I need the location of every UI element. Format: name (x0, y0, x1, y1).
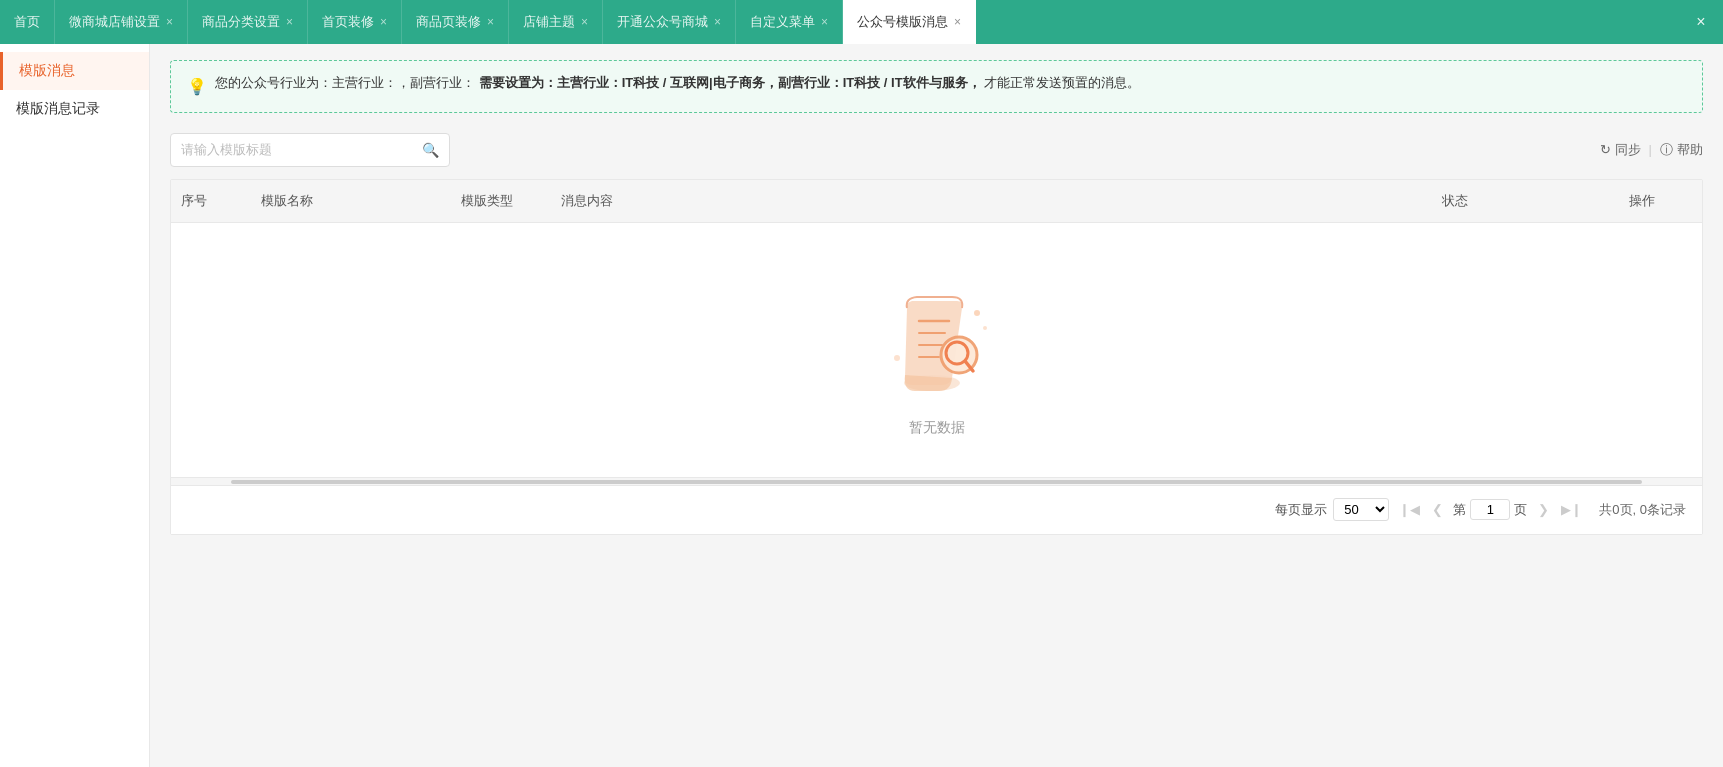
col-content: 消息内容 (551, 180, 1432, 222)
notice-text: 您的公众号行业为：主营行业：，副营行业： 需要设置为：主营行业：IT科技 / 互… (215, 73, 1140, 94)
col-action-label: 操作 (1629, 193, 1655, 208)
svg-point-8 (974, 310, 980, 316)
content-area: 💡 您的公众号行业为：主营行业：，副营行业： 需要设置为：主营行业：IT科技 /… (150, 44, 1723, 767)
page-size-label: 每页显示 (1275, 501, 1327, 519)
tab-custom-menu-close[interactable]: × (821, 15, 828, 29)
col-status: 状态 (1432, 180, 1582, 222)
tab-custom-menu[interactable]: 自定义菜单 × (736, 0, 843, 44)
tab-shop-theme[interactable]: 店铺主题 × (509, 0, 603, 44)
page-number-input[interactable] (1470, 499, 1510, 520)
col-seq: 序号 (171, 180, 251, 222)
search-box[interactable]: 🔍 (170, 133, 450, 167)
tab-home[interactable]: 首页 (0, 0, 55, 44)
col-name: 模版名称 (251, 180, 451, 222)
col-seq-label: 序号 (181, 193, 207, 208)
col-type: 模版类型 (451, 180, 551, 222)
sidebar-item-template-message[interactable]: 模版消息 (0, 52, 149, 90)
tab-open-wechat-shop[interactable]: 开通公众号商城 × (603, 0, 736, 44)
col-type-label: 模版类型 (461, 193, 513, 208)
help-label: 帮助 (1677, 141, 1703, 159)
help-button[interactable]: ⓘ 帮助 (1660, 141, 1703, 159)
col-status-label: 状态 (1442, 193, 1468, 208)
sidebar: 模版消息 模版消息记录 (0, 44, 150, 767)
notice-icon: 💡 (187, 74, 207, 100)
sync-label: 同步 (1615, 141, 1641, 159)
tab-home-label: 首页 (14, 13, 40, 31)
main-layout: 模版消息 模版消息记录 💡 您的公众号行业为：主营行业：，副营行业： 需要设置为… (0, 44, 1723, 767)
tab-product-category-close[interactable]: × (286, 15, 293, 29)
sync-icon: ↻ (1600, 142, 1611, 157)
tab-product-page-decor[interactable]: 商品页装修 × (402, 0, 509, 44)
toolbar-divider: | (1649, 142, 1652, 157)
page-label: 第 (1453, 501, 1466, 519)
notice-suffix: 才能正常发送预置的消息。 (984, 75, 1140, 90)
notice-bar: 💡 您的公众号行业为：主营行业：，副营行业： 需要设置为：主营行业：IT科技 /… (170, 60, 1703, 113)
last-page-button[interactable]: ▶❙ (1559, 498, 1583, 522)
page-size-dropdown[interactable]: 10 20 50 100 (1333, 498, 1389, 521)
svg-point-9 (983, 326, 987, 330)
sidebar-item-template-message-record[interactable]: 模版消息记录 (0, 90, 149, 128)
tab-product-category-label: 商品分类设置 (202, 13, 280, 31)
next-page-button[interactable]: ❯ (1531, 498, 1555, 522)
page-size-select: 每页显示 10 20 50 100 (1275, 498, 1389, 521)
help-icon: ⓘ (1660, 141, 1673, 159)
toolbar: 🔍 ↻ 同步 | ⓘ 帮助 (170, 133, 1703, 167)
page-nav: ❙◀ ❮ 第 页 ❯ ▶❙ (1397, 498, 1583, 522)
scrollbar-area[interactable] (171, 477, 1702, 485)
tab-custom-menu-label: 自定义菜单 (750, 13, 815, 31)
tab-micro-shop[interactable]: 微商城店铺设置 × (55, 0, 188, 44)
col-content-label: 消息内容 (561, 193, 613, 208)
tab-shop-theme-label: 店铺主题 (523, 13, 575, 31)
pagination: 每页显示 10 20 50 100 ❙◀ ❮ 第 页 ❯ ▶❙ (171, 485, 1702, 534)
tab-shop-theme-close[interactable]: × (581, 15, 588, 29)
search-icon[interactable]: 🔍 (422, 142, 439, 158)
total-info: 共0页, 0条记录 (1599, 501, 1686, 519)
scrollbar-track[interactable] (231, 480, 1642, 484)
svg-point-10 (894, 355, 900, 361)
col-action: 操作 (1582, 180, 1702, 222)
tab-open-wechat-shop-label: 开通公众号商城 (617, 13, 708, 31)
sidebar-item-template-message-record-label: 模版消息记录 (16, 100, 100, 116)
empty-state: 暂无数据 (171, 223, 1702, 477)
col-name-label: 模版名称 (261, 193, 313, 208)
tab-open-wechat-shop-close[interactable]: × (714, 15, 721, 29)
table-header: 序号 模版名称 模版类型 消息内容 状态 操作 (171, 180, 1702, 223)
tab-template-message[interactable]: 公众号模版消息 × (843, 0, 976, 44)
tab-homepage-decor-label: 首页装修 (322, 13, 374, 31)
toolbar-right: ↻ 同步 | ⓘ 帮助 (1600, 141, 1703, 159)
first-page-button[interactable]: ❙◀ (1397, 498, 1421, 522)
sync-button[interactable]: ↻ 同步 (1600, 141, 1641, 159)
page-unit: 页 (1514, 501, 1527, 519)
prev-page-button[interactable]: ❮ (1425, 498, 1449, 522)
tab-micro-shop-label: 微商城店铺设置 (69, 13, 160, 31)
empty-text: 暂无数据 (909, 419, 965, 437)
notice-highlight: 需要设置为：主营行业：IT科技 / 互联网|电子商务，副营行业：IT科技 / I… (479, 75, 981, 90)
empty-illustration (877, 283, 997, 403)
sidebar-item-template-message-label: 模版消息 (19, 62, 75, 78)
tab-micro-shop-close[interactable]: × (166, 15, 173, 29)
tab-product-page-decor-label: 商品页装修 (416, 13, 481, 31)
tab-homepage-decor-close[interactable]: × (380, 15, 387, 29)
window-close-button[interactable]: × (1679, 0, 1723, 44)
tab-product-page-decor-close[interactable]: × (487, 15, 494, 29)
tab-homepage-decor[interactable]: 首页装修 × (308, 0, 402, 44)
tab-template-message-label: 公众号模版消息 (857, 13, 948, 31)
notice-prefix: 您的公众号行业为：主营行业：，副营行业： (215, 75, 475, 90)
table-container: 序号 模版名称 模版类型 消息内容 状态 操作 (170, 179, 1703, 535)
tab-template-message-close[interactable]: × (954, 15, 961, 29)
topnav: 首页 微商城店铺设置 × 商品分类设置 × 首页装修 × 商品页装修 × 店铺主… (0, 0, 1723, 44)
tab-product-category[interactable]: 商品分类设置 × (188, 0, 308, 44)
search-input[interactable] (181, 142, 422, 157)
